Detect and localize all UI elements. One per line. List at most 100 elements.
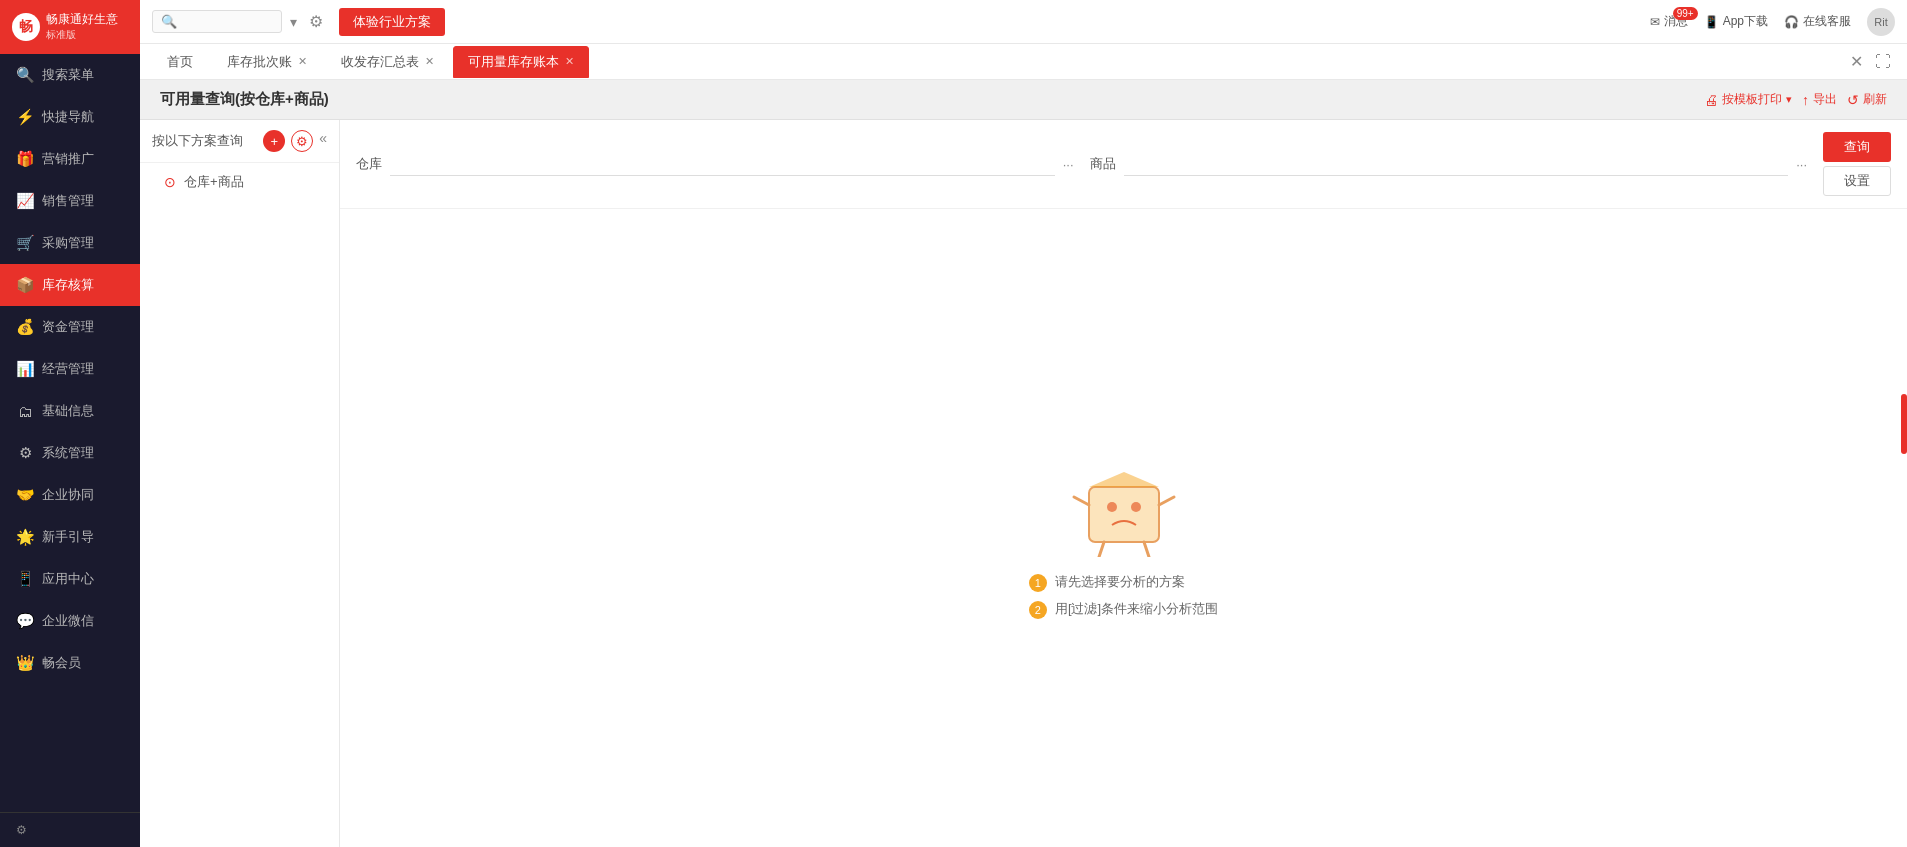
brand-sub: 标准版 <box>46 28 118 42</box>
print-btn[interactable]: 🖨 按模板打印 ▾ <box>1704 91 1792 108</box>
warehouse-more[interactable]: ··· <box>1063 157 1074 172</box>
product-input[interactable] <box>1124 152 1789 176</box>
app-download-btn[interactable]: 📱 App下载 <box>1704 13 1768 30</box>
topbar-search-box[interactable]: 🔍 <box>152 10 282 33</box>
app-download-label: App下载 <box>1723 13 1768 30</box>
sidebar-label-system: 系统管理 <box>42 444 94 462</box>
close-all-tabs-icon[interactable]: ✕ <box>1846 50 1867 73</box>
filter-panel: 按以下方案查询 + ⚙ « ⊙ 仓库+商品 <box>140 120 340 847</box>
sidebar-label-sales: 销售管理 <box>42 192 94 210</box>
sidebar-label-finance: 资金管理 <box>42 318 94 336</box>
tab-batch-close[interactable]: ✕ <box>298 55 307 68</box>
tab-summary[interactable]: 收发存汇总表 ✕ <box>326 46 449 78</box>
query-btn[interactable]: 查询 <box>1823 132 1891 162</box>
sidebar-label-wechat: 企业微信 <box>42 612 94 630</box>
user-name-text: Rit <box>1874 16 1887 28</box>
service-icon: 🎧 <box>1784 15 1799 29</box>
tabs-actions: ✕ ⛶ <box>1846 50 1895 73</box>
expand-tabs-icon[interactable]: ⛶ <box>1871 51 1895 73</box>
product-more[interactable]: ··· <box>1796 157 1807 172</box>
notification-badge: 99+ <box>1673 7 1698 20</box>
brand-name: 畅康通好生意 <box>46 12 118 28</box>
sidebar-label-purchase: 采购管理 <box>42 234 94 252</box>
warehouse-input[interactable] <box>390 152 1055 176</box>
empty-state: 1 请先选择要分析的方案 2 用[过滤]条件来缩小分析范围 <box>340 209 1907 847</box>
sidebar-label-newbie: 新手引导 <box>42 528 94 546</box>
scroll-handle[interactable] <box>1901 394 1907 454</box>
svg-line-6 <box>1144 542 1149 557</box>
page-actions: 🖨 按模板打印 ▾ ↑ 导出 ↺ 刷新 <box>1704 91 1887 108</box>
filter-collapse-btn[interactable]: « <box>319 130 327 152</box>
industry-btn[interactable]: 体验行业方案 <box>339 8 445 36</box>
sidebar-label-member: 畅会员 <box>42 654 81 672</box>
sidebar-scroll: 🔍 搜索菜单 ⚡ 快捷导航 🎁 营销推广 📈 销售管理 🛒 采购管理 📦 库存核… <box>0 54 140 812</box>
filter-item-label: 仓库+商品 <box>184 173 244 191</box>
content: 按以下方案查询 + ⚙ « ⊙ 仓库+商品 仓库 ··· <box>140 120 1907 847</box>
tip-text-2: 用[过滤]条件来缩小分析范围 <box>1055 600 1218 618</box>
sidebar-item-sales[interactable]: 📈 销售管理 <box>0 180 140 222</box>
basic-icon: 🗂 <box>16 403 34 420</box>
settings-btn[interactable]: 设置 <box>1823 166 1891 196</box>
print-dropdown-icon[interactable]: ▾ <box>1786 93 1792 106</box>
tip-text-1: 请先选择要分析的方案 <box>1055 573 1185 591</box>
sidebar-label-apps: 应用中心 <box>42 570 94 588</box>
tab-available[interactable]: 可用量库存账本 ✕ <box>453 46 589 78</box>
sidebar-header: 畅 畅康通好生意 标准版 <box>0 0 140 54</box>
filter-title: 按以下方案查询 <box>152 132 243 150</box>
refresh-btn[interactable]: ↺ 刷新 <box>1847 91 1887 108</box>
tab-summary-close[interactable]: ✕ <box>425 55 434 68</box>
sidebar-item-member[interactable]: 👑 畅会员 <box>0 642 140 684</box>
topbar-search-icon: 🔍 <box>161 14 177 29</box>
tab-home-label: 首页 <box>167 53 193 71</box>
gear-icon[interactable]: ⚙ <box>305 8 327 35</box>
filter-settings-btn[interactable]: ⚙ <box>291 130 313 152</box>
operations-icon: 📊 <box>16 360 34 378</box>
warehouse-label: 仓库 <box>356 155 382 173</box>
member-icon: 👑 <box>16 654 34 672</box>
sidebar-item-system[interactable]: ⚙ 系统管理 <box>0 432 140 474</box>
sidebar-item-enterprise[interactable]: 🤝 企业协同 <box>0 474 140 516</box>
product-label: 商品 <box>1090 155 1116 173</box>
sidebar-item-operations[interactable]: 📊 经营管理 <box>0 348 140 390</box>
sidebar-label-basic: 基础信息 <box>42 402 94 420</box>
sidebar-item-wechat[interactable]: 💬 企业微信 <box>0 600 140 642</box>
svg-line-7 <box>1074 497 1089 505</box>
sidebar-item-marketing[interactable]: 🎁 营销推广 <box>0 138 140 180</box>
topbar-search-input[interactable] <box>181 15 261 29</box>
tab-batch-label: 库存批次账 <box>227 53 292 71</box>
settings-footer-icon: ⚙ <box>16 823 27 837</box>
topbar-dropdown-icon[interactable]: ▾ <box>290 14 297 30</box>
sidebar: 畅 畅康通好生意 标准版 🔍 搜索菜单 ⚡ 快捷导航 🎁 营销推广 📈 销售管理… <box>0 0 140 847</box>
sidebar-item-basic[interactable]: 🗂 基础信息 <box>0 390 140 432</box>
sidebar-item-shortcut[interactable]: ⚡ 快捷导航 <box>0 96 140 138</box>
search-icon: 🔍 <box>16 66 34 84</box>
sidebar-item-apps[interactable]: 📱 应用中心 <box>0 558 140 600</box>
user-avatar[interactable]: Rit <box>1867 8 1895 36</box>
sales-icon: 📈 <box>16 192 34 210</box>
tab-available-close[interactable]: ✕ <box>565 55 574 68</box>
print-label: 按模板打印 <box>1722 91 1782 108</box>
tab-home[interactable]: 首页 <box>152 46 208 78</box>
sidebar-item-purchase[interactable]: 🛒 采购管理 <box>0 222 140 264</box>
notification-btn[interactable]: ✉ 消息 99+ <box>1650 13 1688 30</box>
newbie-icon: 🌟 <box>16 528 34 546</box>
export-btn[interactable]: ↑ 导出 <box>1802 91 1837 108</box>
tab-available-label: 可用量库存账本 <box>468 53 559 71</box>
sidebar-item-finance[interactable]: 💰 资金管理 <box>0 306 140 348</box>
sidebar-item-inventory[interactable]: 📦 库存核算 <box>0 264 140 306</box>
filter-add-btn[interactable]: + <box>263 130 285 152</box>
filter-item-warehouse-product[interactable]: ⊙ 仓库+商品 <box>140 163 339 201</box>
empty-illustration <box>1064 437 1184 557</box>
export-icon: ↑ <box>1802 92 1809 108</box>
sidebar-item-newbie[interactable]: 🌟 新手引导 <box>0 516 140 558</box>
export-label: 导出 <box>1813 91 1837 108</box>
topbar: 🔍 ▾ ⚙ 体验行业方案 ✉ 消息 99+ 📱 App下载 🎧 在线客服 Rit <box>140 0 1907 44</box>
notification-icon: ✉ <box>1650 15 1660 29</box>
tab-batch[interactable]: 库存批次账 ✕ <box>212 46 322 78</box>
online-service-btn[interactable]: 🎧 在线客服 <box>1784 13 1851 30</box>
enterprise-icon: 🤝 <box>16 486 34 504</box>
tip-num-2: 2 <box>1029 601 1047 619</box>
sidebar-item-search[interactable]: 🔍 搜索菜单 <box>0 54 140 96</box>
topbar-right: ✉ 消息 99+ 📱 App下载 🎧 在线客服 Rit <box>1650 8 1895 36</box>
apps-icon: 📱 <box>16 570 34 588</box>
